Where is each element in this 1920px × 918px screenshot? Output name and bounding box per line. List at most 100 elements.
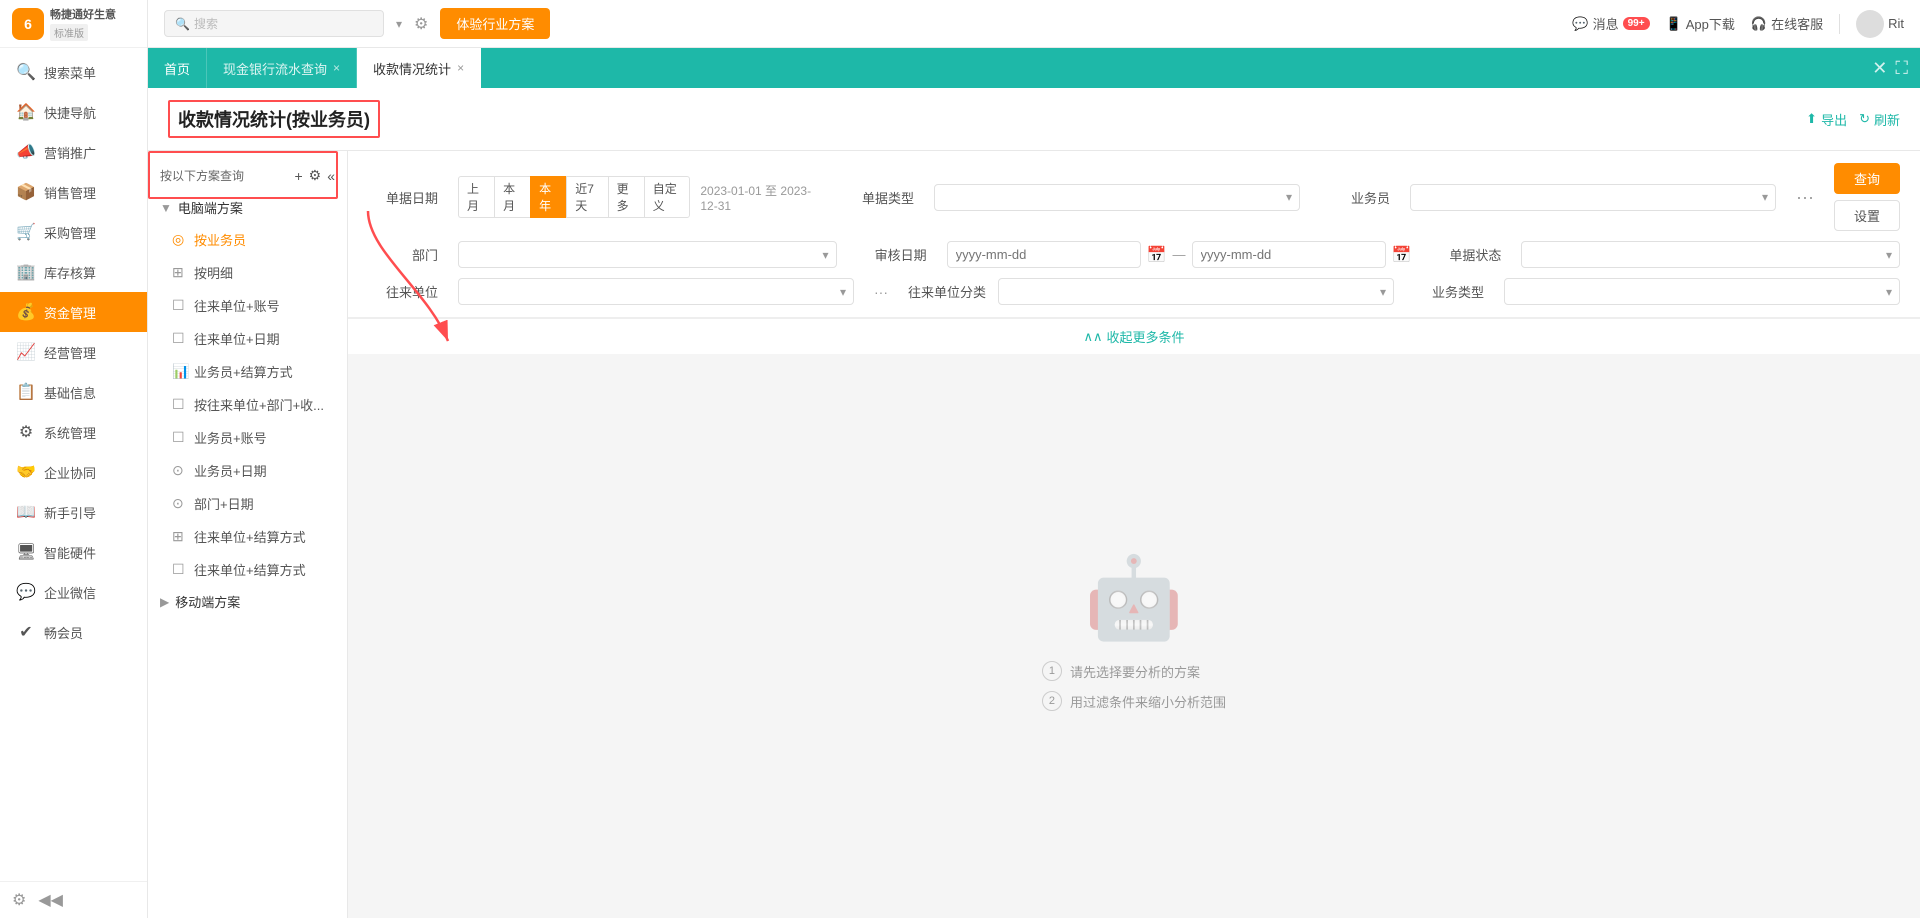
- date-tab-this-year[interactable]: 本年: [530, 176, 566, 218]
- sidebar-item-basic[interactable]: 📋 基础信息: [0, 372, 147, 412]
- sidebar-item-quicknav[interactable]: 🏠 快捷导航: [0, 92, 147, 132]
- review-date-to-cal-icon[interactable]: 📅: [1392, 245, 1412, 265]
- collapse-sidebar-icon[interactable]: ◀◀: [38, 890, 63, 910]
- inventory-icon: 🏢: [16, 262, 36, 282]
- step-1-num: 1: [1042, 661, 1062, 681]
- salesperson-more-icon[interactable]: ···: [1796, 187, 1814, 208]
- voucher-type-select[interactable]: [934, 184, 1300, 211]
- tab-bank-flow[interactable]: 现金银行流水查询 ×: [207, 48, 357, 88]
- purchase-icon: 🛒: [16, 222, 36, 242]
- counterparty-select-wrap[interactable]: [458, 278, 854, 305]
- tab-home[interactable]: 首页: [148, 48, 207, 88]
- sidebar-item-purchase[interactable]: 🛒 采购管理: [0, 212, 147, 252]
- promo-button[interactable]: 体验行业方案: [440, 8, 550, 39]
- tab-bank-flow-label: 现金银行流水查询: [223, 59, 327, 78]
- collapse-bar[interactable]: ∧∧ 收起更多条件: [348, 318, 1920, 354]
- date-tab-7days[interactable]: 近7天: [566, 176, 607, 218]
- empty-state: 🤖 1 请先选择要分析的方案 2 用过滤条件来缩小分析范围: [348, 354, 1920, 918]
- export-icon: ⬆: [1806, 111, 1817, 127]
- desktop-section: ▼ 电脑端方案 ◎ 按业务员 ⊞ 按明细 ☐ 往来单位+账号: [148, 192, 347, 586]
- panel-item-dept-date[interactable]: ⊙ 部门+日期: [148, 487, 347, 520]
- review-date-to-input[interactable]: [1192, 241, 1386, 268]
- setting-button[interactable]: 设置: [1834, 200, 1900, 231]
- panel-item-sp-account[interactable]: ☐ 业务员+账号: [148, 421, 347, 454]
- tab-bank-flow-close-icon[interactable]: ×: [333, 61, 340, 75]
- counterparty-category-select-wrap[interactable]: [998, 278, 1394, 305]
- sidebar-item-finance[interactable]: 💰 资金管理: [0, 292, 147, 332]
- refresh-button[interactable]: ↻ 刷新: [1859, 110, 1900, 129]
- panel-item-counterparty-date[interactable]: ☐ 往来单位+日期: [148, 322, 347, 355]
- empty-icon: 🤖: [1084, 551, 1184, 645]
- department-select[interactable]: [458, 241, 837, 268]
- sidebar-item-system[interactable]: ⚙ 系统管理: [0, 412, 147, 452]
- sidebar-item-sales[interactable]: 📦 销售管理: [0, 172, 147, 212]
- user-avatar-item[interactable]: Rit: [1856, 10, 1904, 38]
- sidebar-item-guide[interactable]: 📖 新手引导: [0, 492, 147, 532]
- sidebar-item-marketing[interactable]: 📣 营销推广: [0, 132, 147, 172]
- sidebar-item-quicknav-label: 快捷导航: [44, 103, 96, 122]
- date-tab-more[interactable]: 更多: [608, 176, 644, 218]
- tab-collection[interactable]: 收款情况统计 ×: [357, 48, 481, 88]
- query-button[interactable]: 查询: [1834, 163, 1900, 194]
- panel-item-cp-settlement2[interactable]: ☐ 往来单位+结算方式: [148, 553, 347, 586]
- cp-date-icon: ☐: [172, 330, 188, 347]
- app-icon: 📱: [1666, 16, 1682, 32]
- sidebar-item-member[interactable]: ✔ 畅会员: [0, 612, 147, 652]
- sidebar-item-hardware[interactable]: 🖥 智能硬件: [0, 532, 147, 572]
- voucher-type-select-wrap[interactable]: [934, 184, 1300, 211]
- right-panel: 单据日期 上月 本月 本年 近7天 更多 自定义 2023-01-01 至 20…: [348, 151, 1920, 918]
- topbar-gear-icon[interactable]: ⚙: [414, 14, 428, 34]
- desktop-section-header[interactable]: ▼ 电脑端方案: [148, 192, 347, 223]
- review-date-from-input[interactable]: [947, 241, 1141, 268]
- counterparty-more-icon[interactable]: ···: [874, 284, 888, 300]
- panel-item-detail[interactable]: ⊞ 按明细: [148, 256, 347, 289]
- panel-item-counterparty-account[interactable]: ☐ 往来单位+账号: [148, 289, 347, 322]
- filter-row-3: 往来单位 ··· 往来单位分类 业务类型: [368, 278, 1900, 305]
- date-tab-custom[interactable]: 自定义: [644, 176, 691, 218]
- panel-item-salesperson-label: 按业务员: [194, 230, 246, 249]
- sp-settlement-icon: 📊: [172, 363, 188, 380]
- topbar-search-box[interactable]: 🔍 搜索: [164, 10, 384, 37]
- settings-footer-icon[interactable]: ⚙: [12, 890, 26, 910]
- panel-collapse-icon[interactable]: «: [327, 168, 335, 184]
- sidebar-item-wechat[interactable]: 💬 企业微信: [0, 572, 147, 612]
- window-maximize-icon[interactable]: ⛶: [1895, 58, 1908, 79]
- sidebar-item-wechat-label: 企业微信: [44, 583, 96, 602]
- mobile-section-header[interactable]: ▶ 移动端方案: [148, 586, 347, 617]
- sidebar-item-inventory[interactable]: 🏢 库存核算: [0, 252, 147, 292]
- tab-collection-close-icon[interactable]: ×: [457, 61, 464, 75]
- counterparty-category-select[interactable]: [998, 278, 1394, 305]
- review-date-from-cal-icon[interactable]: 📅: [1147, 245, 1167, 265]
- search-icon: 🔍: [175, 17, 190, 31]
- dropdown-arrow-icon[interactable]: ▾: [396, 17, 402, 31]
- support-item[interactable]: 🎧 在线客服: [1751, 14, 1823, 33]
- messages-badge: 99+: [1623, 17, 1650, 30]
- panel-item-cp-dept-collect[interactable]: ☐ 按往来单位+部门+收...: [148, 388, 347, 421]
- business-type-select[interactable]: [1504, 278, 1900, 305]
- app-download-item[interactable]: 📱 App下载: [1666, 14, 1735, 33]
- voucher-status-select[interactable]: [1521, 241, 1900, 268]
- panel-item-cp-settlement1[interactable]: ⊞ 往来单位+结算方式: [148, 520, 347, 553]
- messages-item[interactable]: 💬 消息 99+: [1572, 14, 1649, 33]
- salesperson-select[interactable]: [1410, 184, 1776, 211]
- date-tab-last-month[interactable]: 上月: [458, 176, 494, 218]
- panel-item-sp-date[interactable]: ⊙ 业务员+日期: [148, 454, 347, 487]
- sidebar-item-enterprise[interactable]: 🤝 企业协同: [0, 452, 147, 492]
- desktop-section-label: 电脑端方案: [178, 198, 243, 217]
- counterparty-select[interactable]: [458, 278, 854, 305]
- department-select-wrap[interactable]: [458, 241, 837, 268]
- salesperson-select-wrap[interactable]: [1410, 184, 1776, 211]
- business-type-select-wrap[interactable]: [1504, 278, 1900, 305]
- panel-item-salesperson-settlement[interactable]: 📊 业务员+结算方式: [148, 355, 347, 388]
- date-tab-this-month[interactable]: 本月: [494, 176, 530, 218]
- scheme-settings-icon[interactable]: ⚙: [309, 167, 322, 184]
- sidebar-item-search[interactable]: 🔍 搜索菜单: [0, 52, 147, 92]
- sidebar-item-operations[interactable]: 📈 经营管理: [0, 332, 147, 372]
- panel-item-by-salesperson[interactable]: ◎ 按业务员: [148, 223, 347, 256]
- panel-item-detail-label: 按明细: [194, 263, 233, 282]
- add-scheme-icon[interactable]: +: [294, 168, 302, 184]
- marketing-icon: 📣: [16, 142, 36, 162]
- window-close-icon[interactable]: ✕: [1872, 58, 1887, 79]
- export-button[interactable]: ⬆ 导出: [1806, 110, 1847, 129]
- voucher-status-select-wrap[interactable]: [1521, 241, 1900, 268]
